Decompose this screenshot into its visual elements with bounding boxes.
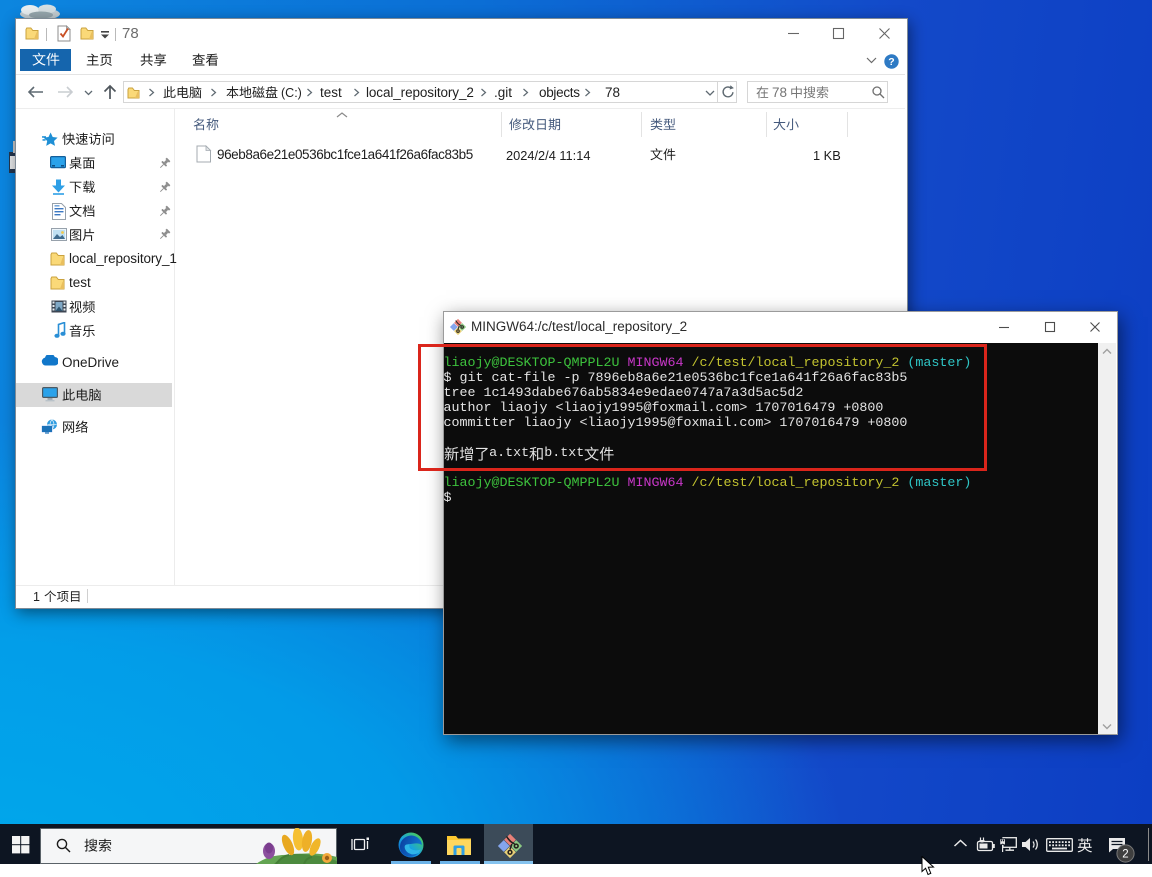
svg-text:2: 2 (1122, 849, 1128, 861)
svg-text:?: ? (888, 56, 894, 68)
